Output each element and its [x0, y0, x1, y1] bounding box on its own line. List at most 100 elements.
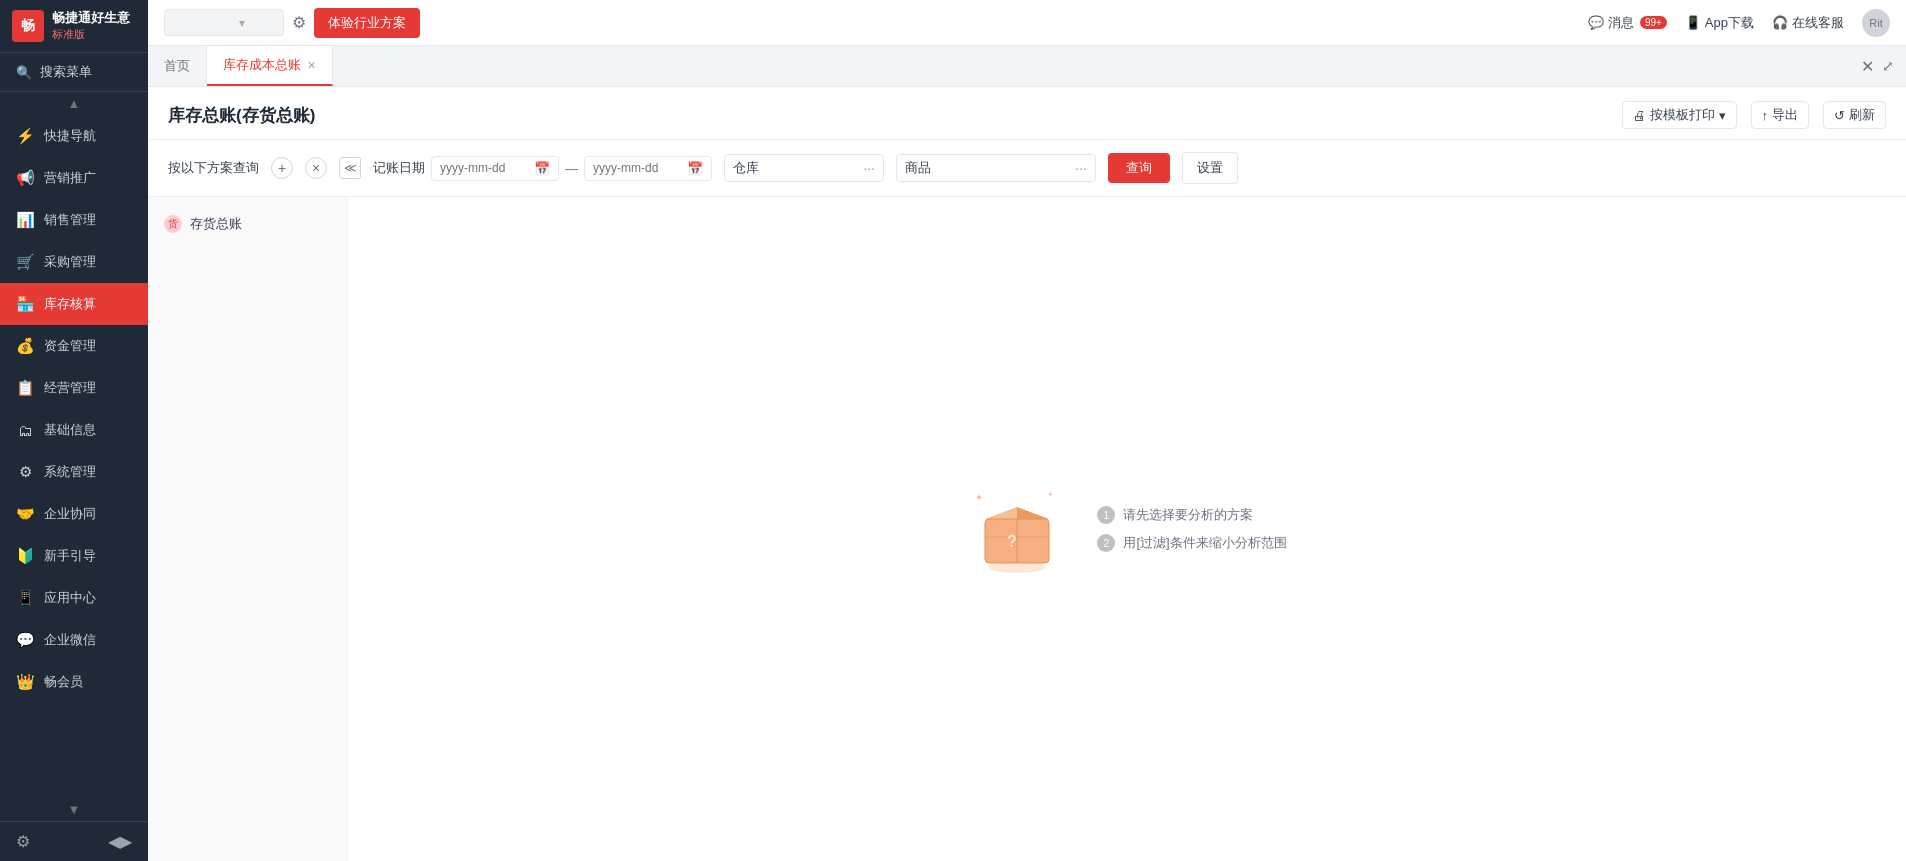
warehouse-label: 仓库	[733, 159, 759, 177]
filter-collapse-button[interactable]: ≪	[339, 157, 361, 179]
sidebar-item-purchase[interactable]: 🛒 采购管理	[0, 241, 148, 283]
scheme-icon: 货	[164, 215, 182, 233]
system-icon: ⚙	[16, 463, 34, 481]
goods-filter[interactable]: 商品 ···	[896, 154, 1096, 182]
gear-icon[interactable]: ⚙	[292, 13, 306, 32]
sidebar-item-inventory[interactable]: 🏪 库存核算	[0, 283, 148, 325]
empty-tip-2: 2 用[过滤]条件来缩小分析范围	[1097, 534, 1286, 552]
date-start-input-wrap: 📅	[431, 156, 559, 181]
tab-inventory-ledger[interactable]: 库存成本总账 ✕	[207, 46, 333, 86]
sidebar-item-sales[interactable]: 📊 销售管理	[0, 199, 148, 241]
basic-info-icon: 🗂	[16, 422, 34, 439]
wechat-icon: 💬	[16, 631, 34, 649]
tabbar-close-icon[interactable]: ✕	[1861, 57, 1874, 76]
sidebar-item-finance[interactable]: 💰 资金管理	[0, 325, 148, 367]
purchase-icon: 🛒	[16, 253, 34, 271]
refresh-button[interactable]: ↺ 刷新	[1823, 101, 1886, 129]
sidebar-item-operations[interactable]: 📋 经营管理	[0, 367, 148, 409]
step-dot-1: 1	[1097, 506, 1115, 524]
settings-footer-btn[interactable]: ⚙	[16, 832, 30, 851]
inventory-icon: 🏪	[16, 295, 34, 313]
logo-text: 畅捷通好生意 标准版	[52, 10, 130, 41]
topbar: ▾ ⚙ 体验行业方案 💬 消息 99+ 📱 App下载 🎧 在线客服 Rit	[148, 0, 1906, 46]
svg-text:?: ?	[1007, 533, 1017, 550]
guide-icon: 🔰	[16, 547, 34, 565]
breadcrumb[interactable]: ▾	[164, 9, 284, 36]
print-template-button[interactable]: 🖨 按模板打印 ▾	[1622, 101, 1737, 129]
warehouse-more-icon[interactable]: ···	[863, 160, 875, 176]
calendar-end-icon[interactable]: 📅	[687, 161, 703, 176]
date-separator: —	[565, 161, 578, 176]
sidebar-item-basic-info[interactable]: 🗂 基础信息	[0, 409, 148, 451]
sidebar-logo: 畅 畅捷通好生意 标准版	[0, 0, 148, 53]
calendar-start-icon[interactable]: 📅	[534, 161, 550, 176]
goods-label: 商品	[905, 159, 931, 177]
filter-area: 按以下方案查询 + × ≪ 记账日期 📅 — 📅 仓库 ···	[148, 140, 1906, 197]
filter-remove-button[interactable]: ×	[305, 157, 327, 179]
warehouse-filter[interactable]: 仓库 ···	[724, 154, 884, 182]
svg-marker-2	[985, 507, 1017, 519]
app-download-btn[interactable]: 📱 App下载	[1685, 14, 1754, 32]
query-button[interactable]: 查询	[1108, 153, 1170, 183]
topbar-left: ▾ ⚙ 体验行业方案	[164, 8, 1578, 38]
enterprise-icon: 🤝	[16, 505, 34, 523]
print-chevron-icon: ▾	[1719, 108, 1726, 123]
goods-more-icon[interactable]: ···	[1075, 160, 1087, 176]
date-start-input[interactable]	[440, 161, 530, 175]
date-filter: 记账日期 📅 — 📅	[373, 156, 712, 181]
message-icon: 💬	[1588, 15, 1604, 30]
marketing-icon: 📢	[16, 169, 34, 187]
sidebar-search[interactable]: 🔍 搜索菜单	[0, 53, 148, 92]
tabbar: 首页 库存成本总账 ✕ ✕ ⤢	[148, 46, 1906, 87]
sidebar-item-wechat[interactable]: 💬 企业微信	[0, 619, 148, 661]
sidebar-item-member[interactable]: 👑 畅会员	[0, 661, 148, 703]
breadcrumb-text	[175, 14, 235, 31]
setting-button[interactable]: 设置	[1182, 152, 1238, 184]
topbar-right: 💬 消息 99+ 📱 App下载 🎧 在线客服 Rit	[1588, 9, 1890, 37]
page-header: 库存总账(存货总账) 🖨 按模板打印 ▾ ↑ 导出 ↺ 刷新	[148, 87, 1906, 140]
sidebar-item-guide[interactable]: 🔰 新手引导	[0, 535, 148, 577]
sidebar: 畅 畅捷通好生意 标准版 🔍 搜索菜单 ▲ ⚡ 快捷导航 📢 营销推广 📊 销售…	[0, 0, 148, 861]
message-btn[interactable]: 💬 消息 99+	[1588, 14, 1667, 32]
tabbar-actions: ✕ ⤢	[1861, 57, 1906, 76]
scheme-item-inventory-ledger[interactable]: 货 存货总账	[148, 207, 347, 241]
export-button[interactable]: ↑ 导出	[1751, 101, 1810, 129]
headset-icon: 🎧	[1772, 15, 1788, 30]
online-service-btn[interactable]: 🎧 在线客服	[1772, 14, 1844, 32]
tab-home[interactable]: 首页	[148, 47, 207, 85]
sidebar-item-marketing[interactable]: 📢 营销推广	[0, 157, 148, 199]
tabbar-resize-icon[interactable]: ⤢	[1882, 58, 1894, 74]
page-title: 库存总账(存货总账)	[168, 104, 315, 127]
user-avatar[interactable]: Rit	[1862, 9, 1890, 37]
date-end-input[interactable]	[593, 161, 683, 175]
scroll-up-btn[interactable]: ▲	[0, 92, 148, 115]
tab-close-btn[interactable]: ✕	[307, 59, 316, 72]
sidebar-item-quick-nav[interactable]: ⚡ 快捷导航	[0, 115, 148, 157]
member-icon: 👑	[16, 673, 34, 691]
date-label: 记账日期	[373, 159, 425, 177]
refresh-icon: ↺	[1834, 108, 1845, 123]
breadcrumb-chevron-icon: ▾	[239, 16, 245, 30]
collapse-sidebar-btn[interactable]: ◀▶	[108, 832, 132, 851]
sidebar-item-enterprise[interactable]: 🤝 企业协同	[0, 493, 148, 535]
svg-marker-3	[1017, 507, 1049, 519]
sidebar-item-app-center[interactable]: 📱 应用中心	[0, 577, 148, 619]
phone-icon: 📱	[1685, 15, 1701, 30]
logo-icon: 畅	[12, 10, 44, 42]
industry-solution-button[interactable]: 体验行业方案	[314, 8, 420, 38]
empty-state-inner: ✦ ✦ ? 1 请先选择要分析的方案	[967, 479, 1286, 579]
step-dot-2: 2	[1097, 534, 1115, 552]
sidebar-item-system[interactable]: ⚙ 系统管理	[0, 451, 148, 493]
printer-icon: 🖨	[1633, 108, 1646, 123]
empty-tip-1: 1 请先选择要分析的方案	[1097, 506, 1286, 524]
date-end-input-wrap: 📅	[584, 156, 712, 181]
filter-add-button[interactable]: +	[271, 157, 293, 179]
filter-label: 按以下方案查询	[168, 159, 259, 177]
svg-text:✦: ✦	[975, 492, 983, 503]
main-content: ▾ ⚙ 体验行业方案 💬 消息 99+ 📱 App下载 🎧 在线客服 Rit	[148, 0, 1906, 861]
sales-icon: 📊	[16, 211, 34, 229]
body-flex: 货 存货总账	[148, 197, 1906, 861]
scroll-down-btn[interactable]: ▼	[0, 798, 148, 821]
empty-texts: 1 请先选择要分析的方案 2 用[过滤]条件来缩小分析范围	[1097, 506, 1286, 552]
search-icon: 🔍	[16, 65, 32, 80]
